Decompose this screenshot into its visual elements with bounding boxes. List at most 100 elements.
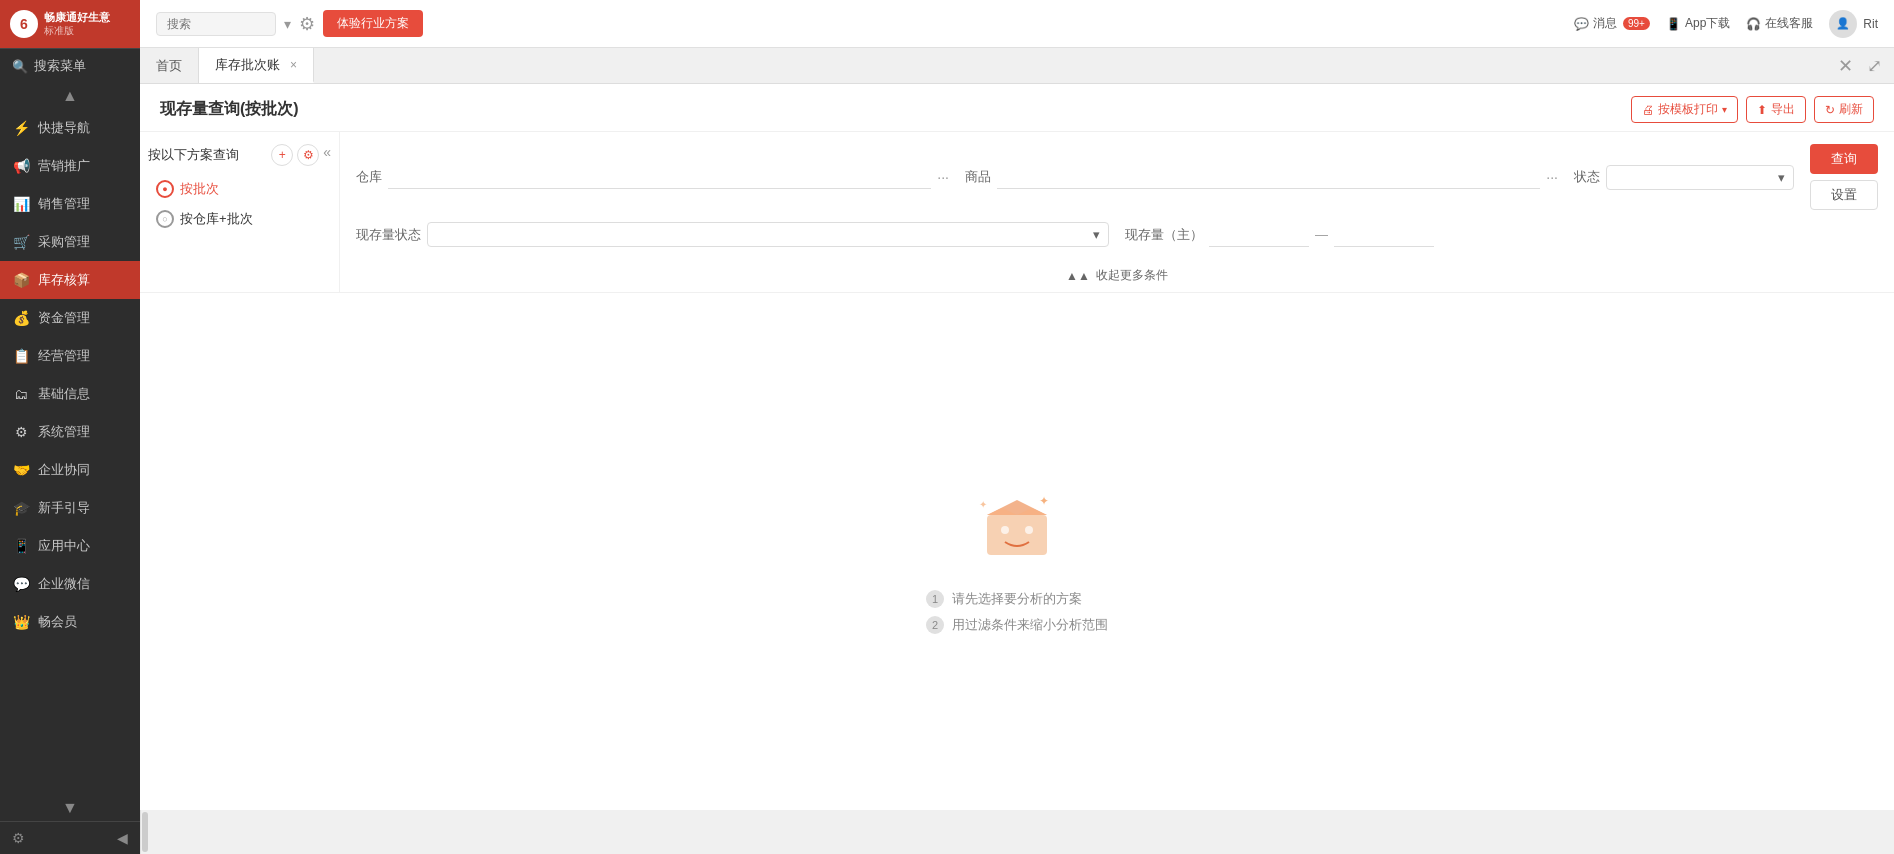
- sidebar-item-wechat[interactable]: 💬 企业微信: [0, 565, 140, 603]
- sidebar-item-quick-nav[interactable]: ⚡ 快捷导航: [0, 109, 140, 147]
- scheme-add-icon[interactable]: +: [271, 144, 293, 166]
- page-expand-icon[interactable]: ⤢: [1867, 55, 1882, 77]
- beginner-icon: 🎓: [12, 500, 30, 516]
- scheme-collapse-btn[interactable]: «: [323, 144, 331, 166]
- sidebar-item-collaboration[interactable]: 🤝 企业协同: [0, 451, 140, 489]
- filter-fields: 仓库 ··· 商品 ··· 状态 ▾: [340, 132, 1894, 292]
- home-tab-label: 首页: [156, 57, 182, 75]
- stock-status-select[interactable]: ▾: [427, 222, 1109, 247]
- collapse-label: 收起更多条件: [1096, 267, 1168, 284]
- sidebar-item-finance[interactable]: 💰 资金管理: [0, 299, 140, 337]
- app-title-block: 畅康通好生意 标准版: [44, 10, 110, 38]
- stock-qty-dash: —: [1315, 227, 1328, 242]
- sidebar-scroll-up[interactable]: ▲: [0, 83, 140, 109]
- inventory-label: 库存核算: [38, 271, 90, 289]
- sidebar: 6 畅康通好生意 标准版 🔍 搜索菜单 ▲ ⚡ 快捷导航 📢 营销推广 📊 销售…: [0, 0, 140, 854]
- sidebar-item-purchase[interactable]: 🛒 采购管理: [0, 223, 140, 261]
- status-select[interactable]: ▾: [1606, 165, 1794, 190]
- tip-text-1: 请先选择要分析的方案: [952, 590, 1082, 608]
- sidebar-scroll-down[interactable]: ▼: [0, 795, 140, 821]
- search-icon: 🔍: [12, 59, 28, 74]
- scheme-item-warehouse-batch[interactable]: ○ 按仓库+批次: [148, 204, 331, 234]
- sidebar-item-app-center[interactable]: 📱 应用中心: [0, 527, 140, 565]
- tab-close-btn[interactable]: ×: [290, 58, 297, 72]
- sidebar-search-btn[interactable]: 🔍 搜索菜单: [0, 48, 140, 83]
- tab-home[interactable]: 首页: [140, 48, 199, 83]
- topbar-dropdown-icon[interactable]: ▾: [284, 16, 291, 32]
- svg-point-3: [1025, 526, 1033, 534]
- sales-icon: 📊: [12, 196, 30, 212]
- marketing-icon: 📢: [12, 158, 30, 174]
- sidebar-nav: ⚡ 快捷导航 📢 营销推广 📊 销售管理 🛒 采购管理 📦 库存核算 💰 资金管…: [0, 109, 140, 795]
- page-header: 现存量查询(按批次) 🖨 按模板打印 ▾ ⬆ 导出 ↻ 刷新: [140, 84, 1894, 132]
- scrollbar-thumb[interactable]: [142, 812, 148, 852]
- user-name: Rit: [1863, 17, 1878, 31]
- collapse-more-btn[interactable]: ▲▲ 收起更多条件: [356, 259, 1878, 292]
- app-version: 标准版: [44, 24, 110, 38]
- sidebar-item-marketing[interactable]: 📢 营销推广: [0, 147, 140, 185]
- headset-icon: 🎧: [1746, 17, 1761, 31]
- system-label: 系统管理: [38, 423, 90, 441]
- stock-qty-filter: 现存量（主） —: [1125, 223, 1878, 247]
- sidebar-header: 6 畅康通好生意 标准版: [0, 0, 140, 48]
- tab-bar: 首页 库存批次账 × ✕ ⤢: [140, 48, 1894, 84]
- stock-qty-label: 现存量（主）: [1125, 226, 1203, 244]
- app-download-action[interactable]: 📱 App下载: [1666, 15, 1730, 32]
- app-center-icon: 📱: [12, 538, 30, 554]
- refresh-btn[interactable]: ↻ 刷新: [1814, 96, 1874, 123]
- scheme-item-batch[interactable]: ● 按批次: [148, 174, 331, 204]
- sales-label: 销售管理: [38, 195, 90, 213]
- scheme-panel-icons: + ⚙ «: [271, 144, 331, 166]
- member-icon: 👑: [12, 614, 30, 630]
- product-filter: 商品 ···: [965, 165, 1558, 189]
- purchase-icon: 🛒: [12, 234, 30, 250]
- export-btn[interactable]: ⬆ 导出: [1746, 96, 1806, 123]
- topbar-search-input[interactable]: [156, 12, 276, 36]
- print-icon: 🖨: [1642, 103, 1654, 117]
- sidebar-item-member[interactable]: 👑 畅会员: [0, 603, 140, 641]
- tab-inventory-batch[interactable]: 库存批次账 ×: [199, 48, 314, 83]
- page-close-btn[interactable]: ✕: [1831, 52, 1859, 80]
- empty-tip-2: 2 用过滤条件来缩小分析范围: [926, 616, 1108, 634]
- filter-row-1: 仓库 ··· 商品 ··· 状态 ▾: [356, 144, 1878, 210]
- topbar-right: 💬 消息 99+ 📱 App下载 🎧 在线客服 👤 Rit: [1574, 10, 1878, 38]
- print-btn[interactable]: 🖨 按模板打印 ▾: [1631, 96, 1738, 123]
- stock-qty-max-input[interactable]: [1334, 223, 1434, 247]
- query-btn[interactable]: 查询: [1810, 144, 1878, 174]
- sidebar-item-operations[interactable]: 📋 经营管理: [0, 337, 140, 375]
- svg-text:✦: ✦: [1039, 494, 1049, 508]
- inventory-icon: 📦: [12, 272, 30, 288]
- product-dots-btn[interactable]: ···: [1546, 169, 1558, 185]
- warehouse-input[interactable]: [388, 165, 931, 189]
- online-service-action[interactable]: 🎧 在线客服: [1746, 15, 1813, 32]
- stock-status-filter: 现存量状态 ▾: [356, 222, 1109, 247]
- sidebar-item-base-info[interactable]: 🗂 基础信息: [0, 375, 140, 413]
- settings-btn[interactable]: 设置: [1810, 180, 1878, 210]
- settings-footer-icon[interactable]: ⚙: [12, 830, 25, 846]
- beginner-label: 新手引导: [38, 499, 90, 517]
- experience-btn[interactable]: 体验行业方案: [323, 10, 423, 37]
- collaboration-icon: 🤝: [12, 462, 30, 478]
- sidebar-item-beginner[interactable]: 🎓 新手引导: [0, 489, 140, 527]
- product-input[interactable]: [997, 165, 1540, 189]
- finance-icon: 💰: [12, 310, 30, 326]
- messages-action[interactable]: 💬 消息 99+: [1574, 15, 1650, 32]
- company-name: 畅康通好生意: [44, 10, 110, 24]
- stock-status-arrow: ▾: [1093, 227, 1100, 242]
- stock-qty-min-input[interactable]: [1209, 223, 1309, 247]
- wechat-icon: 💬: [12, 576, 30, 592]
- sidebar-item-system[interactable]: ⚙ 系统管理: [0, 413, 140, 451]
- export-icon: ⬆: [1757, 103, 1767, 117]
- user-profile[interactable]: 👤 Rit: [1829, 10, 1878, 38]
- operations-icon: 📋: [12, 348, 30, 364]
- sidebar-item-inventory[interactable]: 📦 库存核算: [0, 261, 140, 299]
- batch-tab-label: 库存批次账: [215, 56, 280, 74]
- scheme-settings-icon[interactable]: ⚙: [297, 144, 319, 166]
- svg-rect-0: [987, 515, 1047, 555]
- topbar-settings-icon[interactable]: ⚙: [299, 13, 315, 35]
- collapse-sidebar-icon[interactable]: ◀: [117, 830, 128, 846]
- online-service-label: 在线客服: [1765, 15, 1813, 32]
- sidebar-item-sales[interactable]: 📊 销售管理: [0, 185, 140, 223]
- warehouse-dots-btn[interactable]: ···: [937, 169, 949, 185]
- base-info-icon: 🗂: [12, 386, 30, 402]
